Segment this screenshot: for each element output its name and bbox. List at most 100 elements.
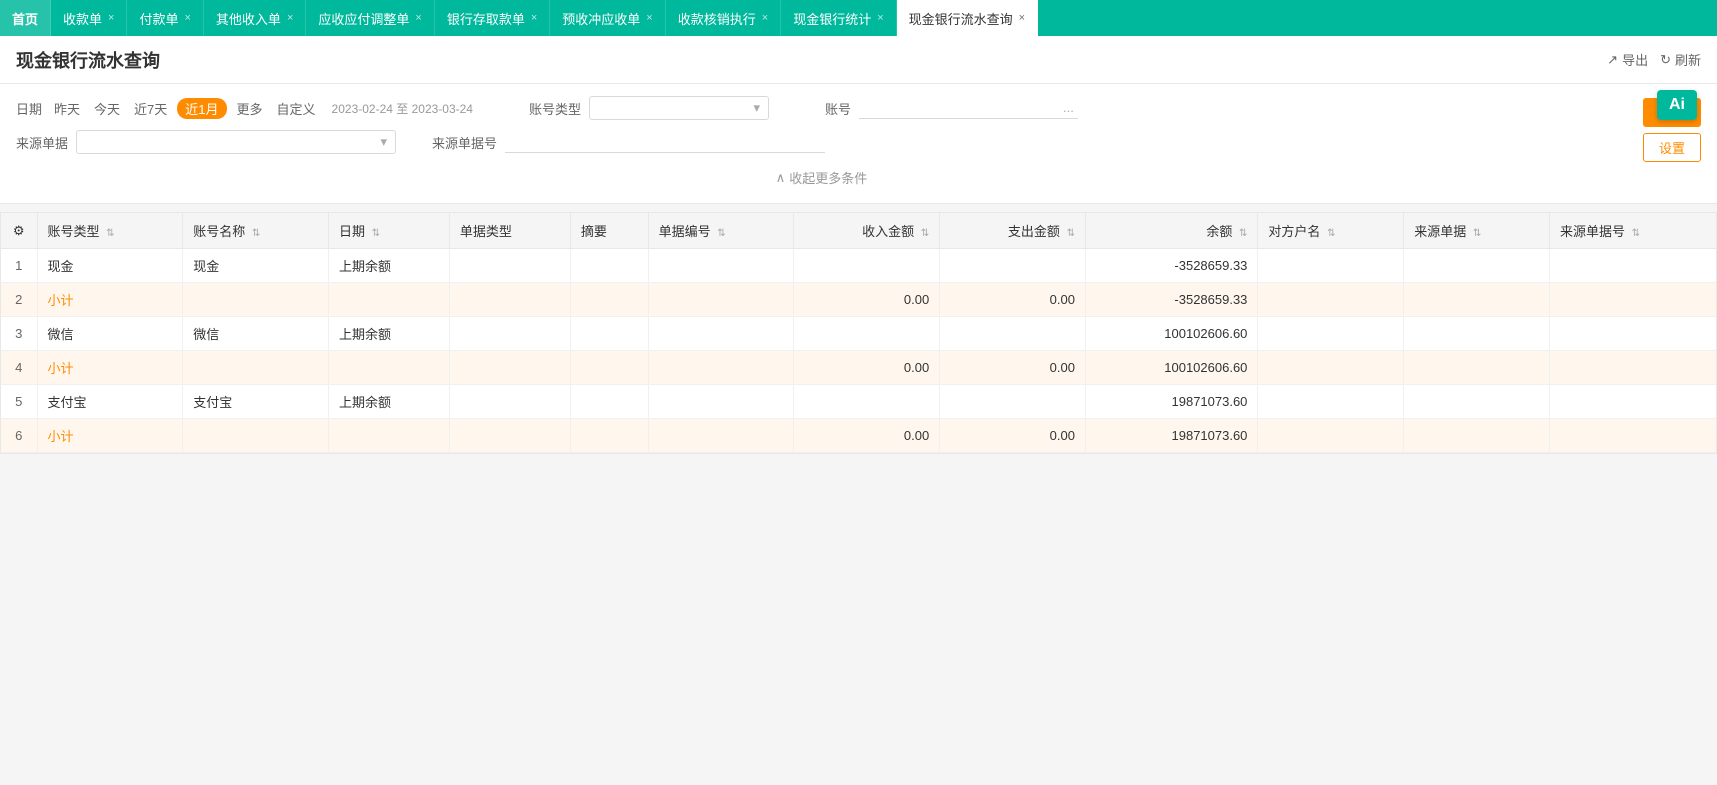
table-row[interactable]: 2小计0.000.00-3528659.33 [1, 283, 1716, 317]
nav-bank-deposit[interactable]: 银行存取款单 × [435, 0, 550, 36]
date-shortcut-7days[interactable]: 近7天 [130, 98, 171, 119]
collapse-icon: ∧ [776, 170, 786, 186]
cell-summary [570, 317, 648, 351]
cell-balance: 19871073.60 [1085, 385, 1257, 419]
nav-cash-bank-stats[interactable]: 现金银行统计 × [781, 0, 896, 36]
nav-cash-bank-flow-close[interactable]: × [1019, 12, 1025, 24]
col-account-name-sort-icon[interactable]: ⇅ [252, 228, 260, 239]
nav-advance-offset[interactable]: 预收冲应收单 × [550, 0, 665, 36]
data-table: ⚙ 账号类型 ⇅ 账号名称 ⇅ 日期 ⇅ 单据类型 摘要 [1, 213, 1716, 453]
nav-ar-ap-adjust[interactable]: 应收应付调整单 × [306, 0, 434, 36]
col-expense-label: 支出金额 [1008, 224, 1060, 239]
col-income-sort-icon[interactable]: ⇅ [921, 228, 929, 239]
table-row[interactable]: 4小计0.000.00100102606.60 [1, 351, 1716, 385]
nav-payments-close[interactable]: × [184, 12, 190, 24]
cell-doc-type [449, 249, 570, 283]
cell-date: 上期余额 [329, 249, 450, 283]
cell-doc-no [648, 317, 794, 351]
col-date-sort-icon[interactable]: ⇅ [372, 228, 380, 239]
cell-income: 0.00 [794, 419, 940, 453]
table-row[interactable]: 1现金现金上期余额-3528659.33 [1, 249, 1716, 283]
nav-bank-deposit-close[interactable]: × [531, 12, 537, 24]
nav-home[interactable]: 首页 [0, 0, 51, 36]
settings-button[interactable]: 设置 [1643, 133, 1701, 162]
cell-doc-type [449, 385, 570, 419]
col-doc-no-sort-icon[interactable]: ⇅ [717, 228, 725, 239]
page-header: 现金银行流水查询 ↗ 导出 ↻ 刷新 [0, 36, 1717, 84]
cell-source-doc-no [1549, 351, 1716, 385]
col-date: 日期 ⇅ [329, 213, 450, 249]
col-income: 收入金额 ⇅ [794, 213, 940, 249]
cell-account-name: 支付宝 [183, 385, 329, 419]
cell-income [794, 385, 940, 419]
col-account-name-label: 账号名称 [193, 224, 245, 239]
refresh-button[interactable]: ↻ 刷新 [1660, 50, 1701, 69]
nav-receipt-verification[interactable]: 收款核销执行 × [666, 0, 781, 36]
col-expense: 支出金额 ⇅ [940, 213, 1086, 249]
date-shortcut-yesterday[interactable]: 昨天 [50, 98, 84, 119]
nav-receipts-close[interactable]: × [108, 12, 114, 24]
header-actions: ↗ 导出 ↻ 刷新 [1607, 50, 1701, 69]
col-source-doc-no-sort-icon[interactable]: ⇅ [1632, 228, 1640, 239]
cell-doc-type [449, 419, 570, 453]
cell-source-doc-no [1549, 283, 1716, 317]
nav-other-income-close[interactable]: × [287, 12, 293, 24]
export-icon: ↗ [1607, 52, 1618, 68]
export-button[interactable]: ↗ 导出 [1607, 50, 1648, 69]
col-summary: 摘要 [570, 213, 648, 249]
cell-account-type: 小计 [37, 351, 183, 385]
cell-expense [940, 317, 1086, 351]
cell-num: 5 [1, 385, 37, 419]
nav-advance-offset-label: 预收冲应收单 [562, 9, 640, 28]
cell-account-type: 小计 [37, 283, 183, 317]
date-shortcut-more[interactable]: 更多 [233, 98, 267, 119]
date-shortcut-1month[interactable]: 近1月 [177, 98, 226, 119]
col-balance-sort-icon[interactable]: ⇅ [1239, 228, 1247, 239]
source-doc-no-label: 来源单据号 [432, 133, 497, 152]
account-type-select[interactable]: ▾ [589, 96, 769, 120]
nav-payments-label: 付款单 [139, 9, 178, 28]
cell-balance: 19871073.60 [1085, 419, 1257, 453]
account-more-icon[interactable]: ... [1059, 100, 1078, 115]
cell-account-type: 小计 [37, 419, 183, 453]
source-doc-select[interactable]: ▾ [76, 130, 396, 154]
nav-receipts[interactable]: 收款单 × [51, 0, 127, 36]
table-row[interactable]: 3微信微信上期余额100102606.60 [1, 317, 1716, 351]
nav-receipt-verification-close[interactable]: × [762, 12, 768, 24]
collapse-bar[interactable]: ∧ 收起更多条件 [16, 164, 1627, 191]
nav-cash-bank-stats-close[interactable]: × [877, 12, 883, 24]
cell-num: 2 [1, 283, 37, 317]
col-source-doc: 来源单据 ⇅ [1404, 213, 1550, 249]
col-expense-sort-icon[interactable]: ⇅ [1067, 228, 1075, 239]
refresh-icon: ↻ [1660, 52, 1671, 68]
cell-expense [940, 385, 1086, 419]
col-balance-label: 余额 [1206, 224, 1232, 239]
col-source-doc-no-label: 来源单据号 [1560, 224, 1625, 239]
col-counterparty-sort-icon[interactable]: ⇅ [1327, 228, 1335, 239]
col-settings[interactable]: ⚙ [1, 213, 37, 249]
cell-doc-no [648, 351, 794, 385]
nav-payments[interactable]: 付款单 × [127, 0, 203, 36]
settings-gear-icon[interactable]: ⚙ [13, 223, 25, 238]
cell-num: 6 [1, 419, 37, 453]
cell-counterparty [1258, 283, 1404, 317]
nav-other-income[interactable]: 其他收入单 × [204, 0, 306, 36]
nav-ar-ap-adjust-close[interactable]: × [415, 12, 421, 24]
date-shortcut-custom[interactable]: 自定义 [273, 98, 320, 119]
nav-advance-offset-close[interactable]: × [646, 12, 652, 24]
source-doc-no-input[interactable] [505, 131, 825, 152]
col-doc-no-label: 单据编号 [659, 224, 711, 239]
cell-doc-type [449, 283, 570, 317]
table-row[interactable]: 6小计0.000.0019871073.60 [1, 419, 1716, 453]
ai-badge[interactable]: Ai [1657, 90, 1697, 120]
refresh-label: 刷新 [1675, 50, 1701, 69]
col-source-doc-sort-icon[interactable]: ⇅ [1473, 228, 1481, 239]
date-shortcut-today[interactable]: 今天 [90, 98, 124, 119]
cell-balance: 100102606.60 [1085, 351, 1257, 385]
account-input[interactable] [859, 97, 1059, 118]
cell-income [794, 249, 940, 283]
nav-cash-bank-flow[interactable]: 现金银行流水查询 × [897, 0, 1038, 36]
col-account-type-sort-icon[interactable]: ⇅ [106, 228, 114, 239]
table-row[interactable]: 5支付宝支付宝上期余额19871073.60 [1, 385, 1716, 419]
data-table-container: ⚙ 账号类型 ⇅ 账号名称 ⇅ 日期 ⇅ 单据类型 摘要 [0, 212, 1717, 454]
